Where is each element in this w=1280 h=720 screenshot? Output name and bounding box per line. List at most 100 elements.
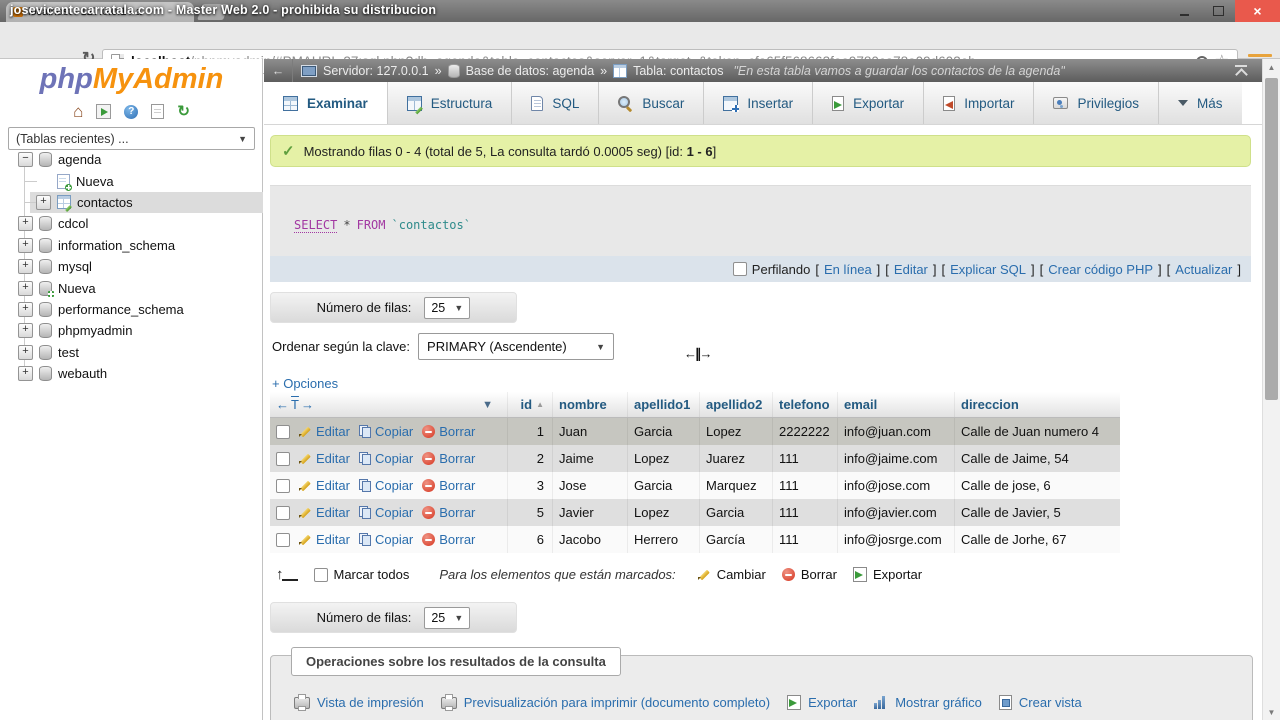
breadcrumb-table[interactable]: Tabla: contactos xyxy=(633,64,723,78)
edit-link[interactable]: Editar xyxy=(299,424,350,439)
tab-examinar[interactable]: Examinar xyxy=(264,82,388,124)
expand-icon[interactable]: + xyxy=(36,194,51,210)
delete-link[interactable]: Borrar xyxy=(422,505,475,520)
sidebar-item-performance-schema[interactable]: + performance_schema xyxy=(0,299,263,320)
copy-link[interactable]: Copiar xyxy=(358,451,413,466)
row-checkbox[interactable] xyxy=(276,451,290,466)
home-icon[interactable]: ⌂ xyxy=(73,103,83,120)
scroll-up-icon[interactable]: ▲ xyxy=(1263,59,1280,75)
print-view-link[interactable]: Vista de impresión xyxy=(294,693,424,711)
sidebar-item-test[interactable]: + test xyxy=(0,342,263,363)
page-scrollbar[interactable]: ▲ ▼ xyxy=(1262,59,1280,720)
export-results-link[interactable]: Exportar xyxy=(787,695,857,710)
expand-icon[interactable]: + xyxy=(18,366,33,382)
copy-link[interactable]: Copiar xyxy=(358,532,413,547)
header-email[interactable]: email xyxy=(838,392,955,417)
display-chart-link[interactable]: Mostrar gráfico xyxy=(874,695,982,710)
tab-sql[interactable]: SQL xyxy=(512,82,600,124)
breadcrumb-server[interactable]: Servidor: 127.0.0.1 xyxy=(323,64,429,78)
copy-link[interactable]: Copiar xyxy=(358,505,413,520)
minimize-button[interactable] xyxy=(1167,0,1201,22)
header-apellido1[interactable]: apellido1 xyxy=(628,392,700,417)
inline-edit-link[interactable]: En línea xyxy=(824,262,872,277)
edit-link[interactable]: Editar xyxy=(299,478,350,493)
row-checkbox[interactable] xyxy=(276,424,290,439)
expand-icon[interactable]: + xyxy=(18,323,33,339)
expand-icon[interactable]: + xyxy=(18,344,33,360)
create-php-link[interactable]: Crear código PHP xyxy=(1048,262,1153,277)
scroll-down-icon[interactable]: ▼ xyxy=(1263,704,1280,720)
sort-key-select[interactable]: PRIMARY (Ascendente) ▼ xyxy=(418,333,615,360)
expand-icon[interactable]: + xyxy=(18,237,33,253)
collapse-icon[interactable]: − xyxy=(18,152,33,168)
create-view-link[interactable]: Crear vista xyxy=(998,695,1082,710)
logout-icon[interactable] xyxy=(96,104,112,119)
copy-link[interactable]: Copiar xyxy=(358,424,413,439)
bulk-delete-button[interactable]: Borrar xyxy=(781,567,837,582)
refresh-icon[interactable]: ↻ xyxy=(177,104,190,119)
row-checkbox[interactable] xyxy=(276,505,290,520)
options-toggle-link[interactable]: + Opciones xyxy=(272,376,338,391)
row-checkbox[interactable] xyxy=(276,478,290,493)
sidebar-item-agenda[interactable]: − agenda xyxy=(0,149,263,170)
copy-link[interactable]: Copiar xyxy=(358,478,413,493)
sidebar-item-cdcol[interactable]: + cdcol xyxy=(0,213,263,234)
sidebar-item-contactos[interactable]: + contactos xyxy=(0,191,263,214)
close-button[interactable]: × xyxy=(1235,0,1280,22)
sidebar-item-phpmyadmin[interactable]: + phpmyadmin xyxy=(0,320,263,341)
expand-icon[interactable]: + xyxy=(18,216,33,232)
tab-privilegios[interactable]: Privilegios xyxy=(1034,82,1159,124)
delete-link[interactable]: Borrar xyxy=(422,478,475,493)
phpmyadmin-logo[interactable]: phpMyAdmin xyxy=(0,63,263,96)
documentation-icon[interactable] xyxy=(151,104,165,119)
refresh-link[interactable]: Actualizar xyxy=(1175,262,1232,277)
sidebar-item-new-table[interactable]: Nueva xyxy=(0,170,263,191)
sidebar-item-new-database[interactable]: + Nueva xyxy=(0,277,263,298)
profiling-checkbox[interactable] xyxy=(732,262,747,276)
delete-link[interactable]: Borrar xyxy=(422,451,475,466)
tab-exportar[interactable]: Exportar xyxy=(813,82,925,124)
swap-axes-icon[interactable]: ← T → xyxy=(276,397,314,412)
print-preview-link[interactable]: Previsualización para imprimir (document… xyxy=(440,693,770,711)
collapse-top-menu-icon[interactable] xyxy=(1234,65,1248,76)
tab-buscar[interactable]: Buscar xyxy=(599,82,705,124)
row-checkbox[interactable] xyxy=(276,532,290,547)
help-icon[interactable]: ? xyxy=(124,104,139,119)
header-apellido2[interactable]: apellido2 xyxy=(700,392,773,417)
maximize-icon xyxy=(1212,6,1224,16)
expand-icon[interactable]: + xyxy=(18,301,33,317)
breadcrumb-database[interactable]: Base de datos: agenda xyxy=(466,64,595,78)
edit-sql-link[interactable]: Editar xyxy=(894,262,928,277)
header-actions: ← T → ▼ xyxy=(270,392,508,417)
tab-insertar[interactable]: Insertar xyxy=(704,82,814,124)
expand-icon[interactable]: + xyxy=(18,259,33,275)
num-rows-select[interactable]: 25 ▼ xyxy=(424,606,471,629)
num-rows-select[interactable]: 25 ▼ xyxy=(424,296,471,319)
sidebar-item-mysql[interactable]: + mysql xyxy=(0,256,263,277)
tab-importar[interactable]: Importar xyxy=(924,82,1035,124)
header-direccion[interactable]: direccion xyxy=(955,392,1120,417)
recent-tables-select[interactable]: (Tablas recientes) ... ▼ xyxy=(8,127,255,150)
edit-link[interactable]: Editar xyxy=(299,532,350,547)
delete-link[interactable]: Borrar xyxy=(422,424,475,439)
delete-link[interactable]: Borrar xyxy=(422,532,475,547)
tab-mas[interactable]: Más xyxy=(1158,82,1242,124)
edit-link[interactable]: Editar xyxy=(299,505,350,520)
edit-link[interactable]: Editar xyxy=(299,451,350,466)
chevron-down-icon[interactable]: ▼ xyxy=(482,399,493,411)
header-telefono[interactable]: telefono xyxy=(773,392,838,417)
header-nombre[interactable]: nombre xyxy=(553,392,628,417)
tab-estructura[interactable]: Estructura xyxy=(387,82,513,124)
scrollbar-thumb[interactable] xyxy=(1265,78,1278,400)
sidebar-item-webauth[interactable]: + webauth xyxy=(0,363,263,384)
bulk-export-button[interactable]: Exportar xyxy=(852,567,922,582)
expand-icon[interactable]: + xyxy=(18,280,33,296)
bulk-change-button[interactable]: Cambiar xyxy=(697,567,766,582)
sidebar-item-information-schema[interactable]: + information_schema xyxy=(0,235,263,256)
explain-sql-link[interactable]: Explicar SQL xyxy=(950,262,1026,277)
maximize-button[interactable] xyxy=(1201,0,1235,22)
check-all-checkbox[interactable] xyxy=(313,567,328,582)
hide-sidebar-button[interactable]: ← xyxy=(264,59,293,82)
header-id[interactable]: id ▲ xyxy=(508,392,553,417)
watermark-text: josevicentecarratala.com - Master Web 2.… xyxy=(10,3,437,17)
